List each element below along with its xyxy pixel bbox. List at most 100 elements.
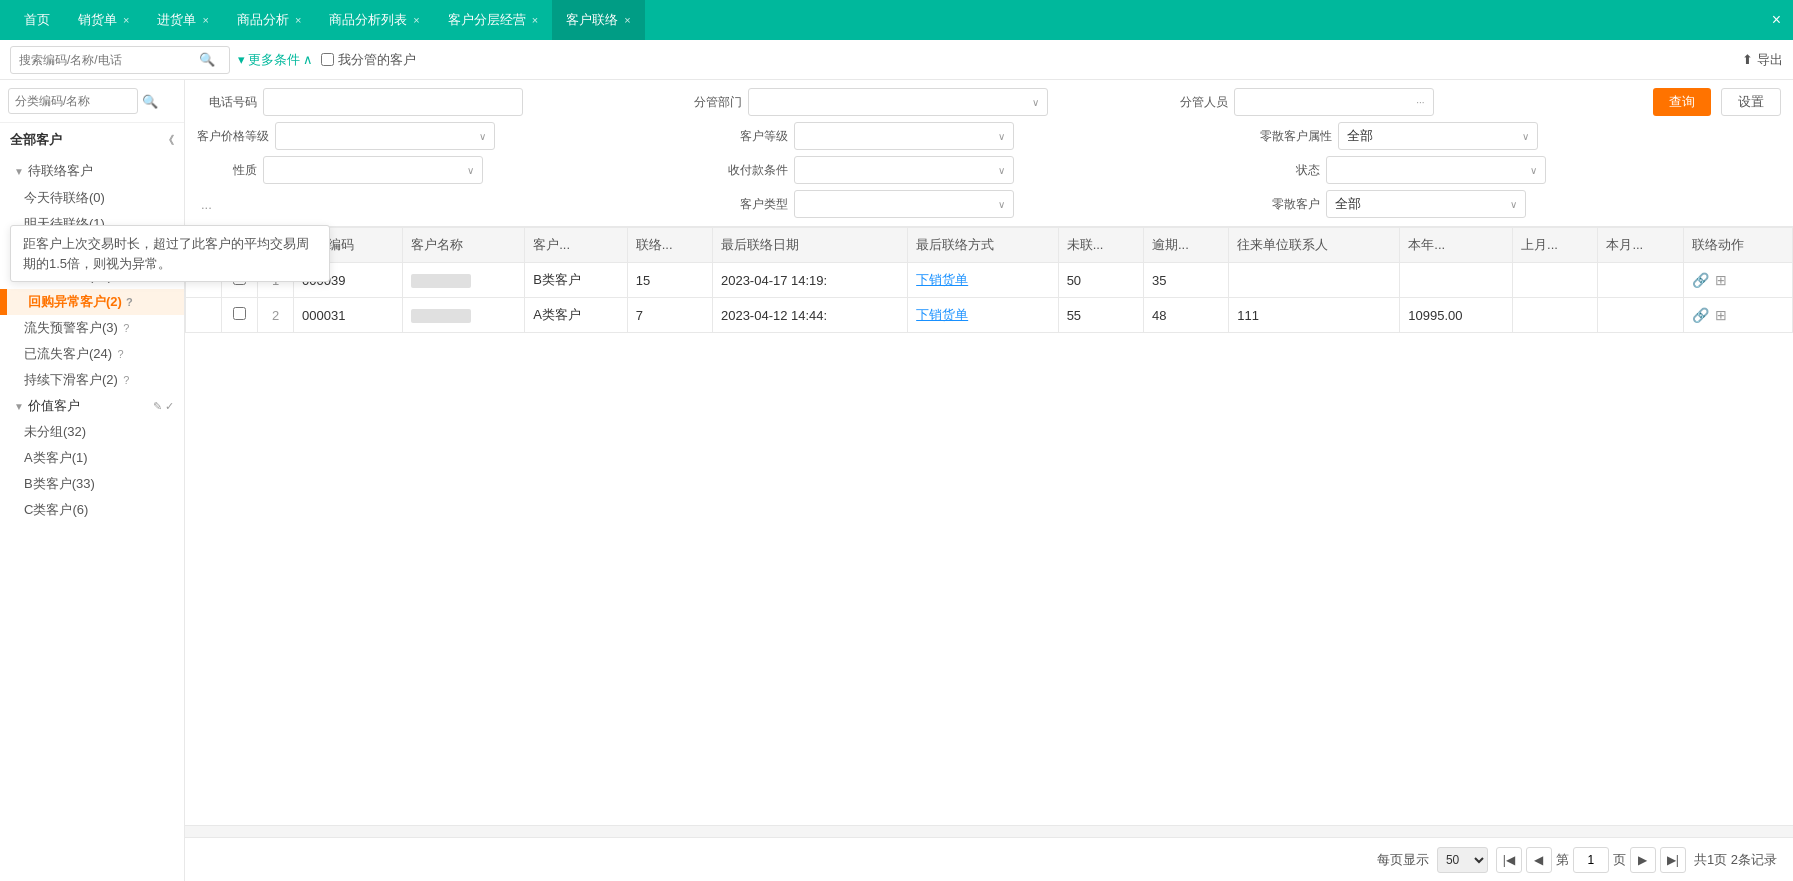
current-page-input[interactable] [1573,847,1609,873]
close-product-analysis-list-icon[interactable]: × [413,14,419,26]
col-name-header: 客户名称 [403,228,525,263]
sidebar-item-repurchase-abnormal[interactable]: 回购异常客户(2) ? [0,289,184,315]
col-contact-count-header: 联络... [627,228,712,263]
col-this-year-header: 本年... [1400,228,1513,263]
sidebar-item-unclassified[interactable]: 未分组(32) [0,419,184,445]
filter-row-1: 电话号码 分管部门 ∨ 分管人员 ··· 查 [197,88,1781,116]
repurchase-info-icon[interactable]: ? [126,296,133,308]
close-product-analysis-icon[interactable]: × [295,14,301,26]
sidebar-item-already-lost[interactable]: 已流失客户(24) ? [0,341,184,367]
row2-grid-icon[interactable]: ⊞ [1715,307,1727,323]
main-layout: 🔍 全部客户 《 ▼ 待联络客户 今天待联络(0) 明天待联络(1) 近7天待联… [0,80,1793,881]
total-info: 共1页 2条记录 [1694,851,1777,869]
search-box[interactable]: 🔍 [10,46,230,74]
nav-home[interactable]: 首页 [10,0,64,40]
row1-method-link[interactable]: 下销货单 [916,272,968,287]
sidebar-all-customers[interactable]: 全部客户 《 [0,123,184,157]
row2-checkbox[interactable] [233,307,246,320]
my-customer-checkbox[interactable] [321,53,334,66]
page-label: 第 [1556,851,1569,869]
sidebar-item-class-a[interactable]: A类客户(1) [0,445,184,471]
table-row: 2 000031 A类客户 7 2023-04-12 14:44: 下销货单 5… [186,298,1793,333]
dept-select[interactable]: ∨ [748,88,1048,116]
person-select[interactable]: ··· [1234,88,1434,116]
filter-area: 电话号码 分管部门 ∨ 分管人员 ··· 查 [185,80,1793,227]
sidebar-item-declining[interactable]: 持续下滑客户(2) ? [0,367,184,393]
status-chevron-icon: ∨ [1530,165,1537,176]
retail-attr-select[interactable]: 全部 ∨ [1338,122,1538,150]
close-customer-contact-icon[interactable]: × [624,14,630,26]
sidebar-pending-contact[interactable]: ▼ 待联络客户 [0,157,184,185]
per-page-select[interactable]: 50 100 200 [1437,847,1488,873]
col-last-month-header: 上月... [1513,228,1598,263]
content-area: 电话号码 分管部门 ∨ 分管人员 ··· 查 [185,80,1793,881]
close-sales-order-icon[interactable]: × [123,14,129,26]
table-wrapper: ⚙ # 客户编码 客户名称 客户... 联络... 最后联络日期 最后联络方式 … [185,227,1793,825]
retail-select[interactable]: 全部 ∨ [1326,190,1526,218]
retail-attr-label: 零散客户属性 [1260,128,1332,145]
chevron-down-icon-value: ▼ [14,401,24,412]
price-level-select[interactable]: ∨ [275,122,495,150]
filter-icon: ▾ [238,52,245,67]
setting-button[interactable]: 设置 [1721,88,1781,116]
row1-name [403,263,525,298]
sidebar-item-class-b[interactable]: B类客户(33) [0,471,184,497]
search-icon[interactable]: 🔍 [199,52,215,67]
sidebar-item-today[interactable]: 今天待联络(0) [0,185,184,211]
col-type-header: 客户... [525,228,627,263]
col-overdue-header: 逾期... [1143,228,1228,263]
row2-link-icon[interactable]: 🔗 [1692,307,1709,323]
more-filter-dots[interactable]: ... [197,197,216,212]
row1-action-icons: 🔗 ⊞ [1692,272,1784,288]
declining-info-icon[interactable]: ? [123,374,129,386]
filter-customer-level: 客户等级 ∨ [728,122,1249,150]
nav-product-analysis-list[interactable]: 商品分析列表 × [315,0,433,40]
last-page-button[interactable]: ▶| [1660,847,1686,873]
sidebar-search-input[interactable] [8,88,138,114]
filter-payment: 收付款条件 ∨ [728,156,1249,184]
row1-grid-icon[interactable]: ⊞ [1715,272,1727,288]
gender-select[interactable]: ∨ [263,156,483,184]
next-page-button[interactable]: ▶ [1630,847,1656,873]
customer-level-select[interactable]: ∨ [794,122,1014,150]
row2-action-icons: 🔗 ⊞ [1692,307,1784,323]
row2-settings [186,298,222,333]
already-lost-info-icon[interactable]: ? [117,348,123,360]
nav-purchase-order[interactable]: 进货单 × [143,0,222,40]
first-page-button[interactable]: |◀ [1496,847,1522,873]
close-all-tabs-icon[interactable]: × [1772,11,1781,29]
chevron-down-icon: ∧ [303,52,313,67]
close-customer-stratification-icon[interactable]: × [532,14,538,26]
search-input[interactable] [19,53,199,67]
prev-page-button[interactable]: ◀ [1526,847,1552,873]
row1-link-icon[interactable]: 🔗 [1692,272,1709,288]
row2-last-method: 下销货单 [908,298,1058,333]
payment-select[interactable]: ∨ [794,156,1014,184]
filter-customer-type: 客户类型 ∨ [728,190,1249,218]
repurchase-tooltip: 距客户上次交易时长，超过了此客户的平均交易周期的1.5倍，则视为异常。 [10,225,330,282]
row1-type: B类客户 [525,263,627,298]
row2-method-link[interactable]: 下销货单 [916,307,968,322]
filter-phone: 电话号码 [197,88,672,116]
export-button[interactable]: ⬆ 导出 [1742,51,1783,69]
sidebar-search-icon[interactable]: 🔍 [142,94,158,109]
lost-info-icon[interactable]: ? [123,322,129,334]
customer-type-select[interactable]: ∨ [794,190,1014,218]
horizontal-scrollbar[interactable] [185,825,1793,837]
row2-code: 000031 [294,298,403,333]
nav-customer-contact[interactable]: 客户联络 × [552,0,644,40]
person-chevron-icon: ··· [1416,97,1424,108]
edit-icon[interactable]: ✎ ✓ [153,400,174,413]
nav-sales-order[interactable]: 销货单 × [64,0,143,40]
nav-customer-stratification[interactable]: 客户分层经营 × [434,0,552,40]
more-conditions-button[interactable]: ▾ 更多条件 ∧ [238,51,313,69]
row2-overdue: 48 [1143,298,1228,333]
query-button[interactable]: 查询 [1653,88,1711,116]
sidebar-item-class-c[interactable]: C类客户(6) [0,497,184,523]
sidebar-item-lost-warning[interactable]: 流失预警客户(3) ? [0,315,184,341]
close-purchase-order-icon[interactable]: × [202,14,208,26]
sidebar-value-customer-group[interactable]: ▼ 价值客户 ✎ ✓ [0,393,184,419]
phone-input[interactable] [263,88,523,116]
nav-product-analysis[interactable]: 商品分析 × [223,0,315,40]
status-select[interactable]: ∨ [1326,156,1546,184]
